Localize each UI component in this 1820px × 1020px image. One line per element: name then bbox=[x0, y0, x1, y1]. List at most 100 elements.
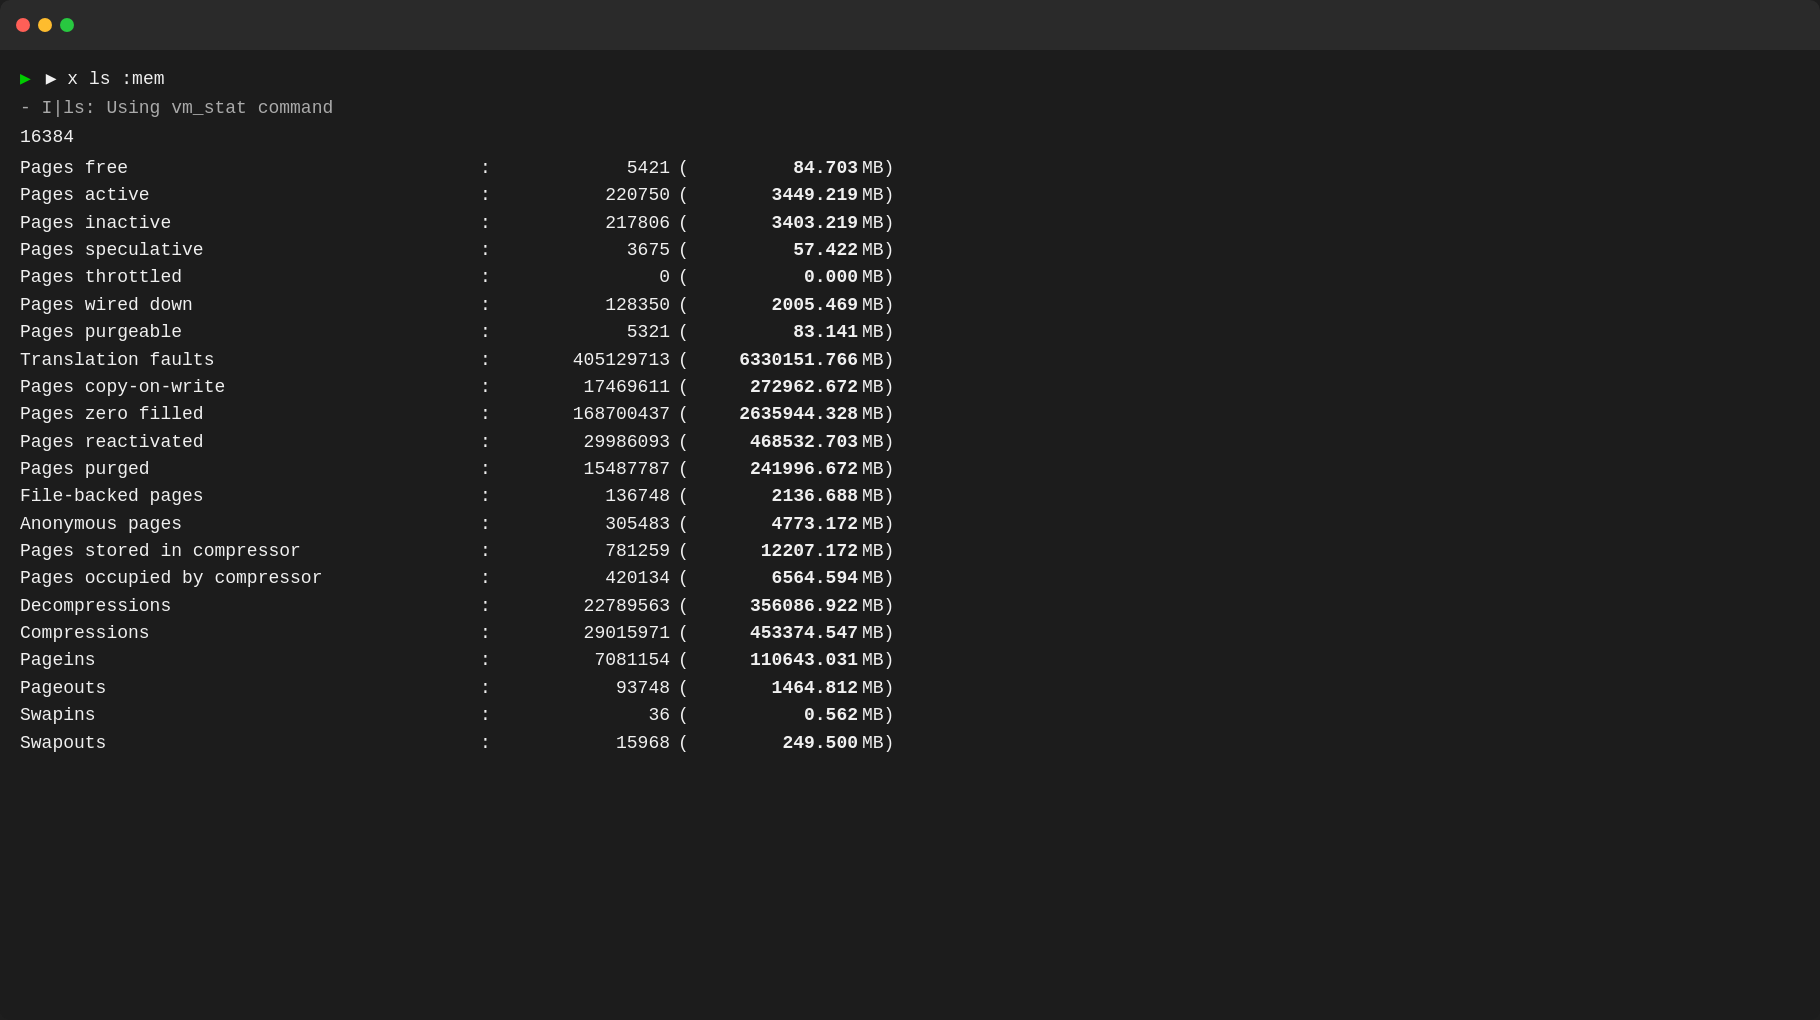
row-paren: ( bbox=[678, 319, 698, 346]
row-value: 217806 bbox=[510, 210, 670, 237]
row-colon: : bbox=[480, 319, 510, 346]
row-value: 405129713 bbox=[510, 347, 670, 374]
row-label: Pages throttled bbox=[20, 264, 480, 291]
row-colon: : bbox=[480, 182, 510, 209]
row-mb-value: 110643.031 bbox=[698, 647, 858, 674]
data-rows-container: Pages free : 5421 ( 84.703 MB) Pages act… bbox=[20, 155, 1800, 757]
row-paren: ( bbox=[678, 620, 698, 647]
row-paren: ( bbox=[678, 401, 698, 428]
close-button[interactable] bbox=[16, 18, 30, 32]
row-paren: ( bbox=[678, 593, 698, 620]
row-value: 220750 bbox=[510, 182, 670, 209]
row-mb-label: MB) bbox=[862, 237, 894, 264]
row-paren: ( bbox=[678, 456, 698, 483]
row-paren: ( bbox=[678, 182, 698, 209]
row-label: Pages active bbox=[20, 182, 480, 209]
row-label: Pageins bbox=[20, 647, 480, 674]
row-colon: : bbox=[480, 538, 510, 565]
row-colon: : bbox=[480, 210, 510, 237]
row-paren: ( bbox=[678, 210, 698, 237]
row-paren: ( bbox=[678, 538, 698, 565]
row-value: 3675 bbox=[510, 237, 670, 264]
row-mb-label: MB) bbox=[862, 675, 894, 702]
row-colon: : bbox=[480, 374, 510, 401]
row-colon: : bbox=[480, 401, 510, 428]
row-colon: : bbox=[480, 511, 510, 538]
table-row: Compressions : 29015971 ( 453374.547 MB) bbox=[20, 620, 1800, 647]
table-row: Swapouts : 15968 ( 249.500 MB) bbox=[20, 730, 1800, 757]
table-row: Pages speculative : 3675 ( 57.422 MB) bbox=[20, 237, 1800, 264]
terminal-content: ▶ ▶ x ls :mem - I|ls: Using vm_stat comm… bbox=[0, 50, 1820, 1020]
table-row: Decompressions : 22789563 ( 356086.922 M… bbox=[20, 593, 1800, 620]
row-value: 136748 bbox=[510, 483, 670, 510]
row-paren: ( bbox=[678, 429, 698, 456]
row-value: 29986093 bbox=[510, 429, 670, 456]
row-mb-label: MB) bbox=[862, 374, 894, 401]
row-mb-label: MB) bbox=[862, 292, 894, 319]
row-colon: : bbox=[480, 456, 510, 483]
row-mb-label: MB) bbox=[862, 620, 894, 647]
page-count: 16384 bbox=[20, 124, 1800, 151]
table-row: Pages reactivated : 29986093 ( 468532.70… bbox=[20, 429, 1800, 456]
row-mb-value: 0.000 bbox=[698, 264, 858, 291]
maximize-button[interactable] bbox=[60, 18, 74, 32]
row-value: 128350 bbox=[510, 292, 670, 319]
row-label: Decompressions bbox=[20, 593, 480, 620]
row-colon: : bbox=[480, 593, 510, 620]
row-paren: ( bbox=[678, 511, 698, 538]
row-mb-label: MB) bbox=[862, 347, 894, 374]
row-label: File-backed pages bbox=[20, 483, 480, 510]
row-colon: : bbox=[480, 647, 510, 674]
row-mb-label: MB) bbox=[862, 182, 894, 209]
prompt-cmd: ▶ x ls :mem bbox=[46, 69, 165, 89]
minimize-button[interactable] bbox=[38, 18, 52, 32]
row-colon: : bbox=[480, 264, 510, 291]
title-bar bbox=[0, 0, 1820, 50]
table-row: Pageouts : 93748 ( 1464.812 MB) bbox=[20, 675, 1800, 702]
table-row: Pages purged : 15487787 ( 241996.672 MB) bbox=[20, 456, 1800, 483]
row-colon: : bbox=[480, 675, 510, 702]
row-value: 29015971 bbox=[510, 620, 670, 647]
row-paren: ( bbox=[678, 675, 698, 702]
row-mb-label: MB) bbox=[862, 565, 894, 592]
table-row: Swapins : 36 ( 0.562 MB) bbox=[20, 702, 1800, 729]
prompt-line: ▶ ▶ x ls :mem bbox=[20, 66, 1800, 93]
row-label: Pages stored in compressor bbox=[20, 538, 480, 565]
table-row: Anonymous pages : 305483 ( 4773.172 MB) bbox=[20, 511, 1800, 538]
row-value: 93748 bbox=[510, 675, 670, 702]
row-value: 781259 bbox=[510, 538, 670, 565]
table-row: Pages free : 5421 ( 84.703 MB) bbox=[20, 155, 1800, 182]
row-label: Pages purged bbox=[20, 456, 480, 483]
prompt-arrow: ▶ bbox=[20, 69, 31, 89]
row-mb-label: MB) bbox=[862, 730, 894, 757]
row-paren: ( bbox=[678, 237, 698, 264]
row-value: 5421 bbox=[510, 155, 670, 182]
row-mb-value: 12207.172 bbox=[698, 538, 858, 565]
row-label: Translation faults bbox=[20, 347, 480, 374]
table-row: Pages active : 220750 ( 3449.219 MB) bbox=[20, 182, 1800, 209]
row-paren: ( bbox=[678, 702, 698, 729]
row-value: 0 bbox=[510, 264, 670, 291]
row-value: 22789563 bbox=[510, 593, 670, 620]
row-label: Pages occupied by compressor bbox=[20, 565, 480, 592]
row-mb-label: MB) bbox=[862, 538, 894, 565]
row-label: Anonymous pages bbox=[20, 511, 480, 538]
row-mb-value: 83.141 bbox=[698, 319, 858, 346]
row-label: Pages inactive bbox=[20, 210, 480, 237]
row-colon: : bbox=[480, 730, 510, 757]
row-label: Pages wired down bbox=[20, 292, 480, 319]
row-mb-label: MB) bbox=[862, 264, 894, 291]
row-mb-value: 6330151.766 bbox=[698, 347, 858, 374]
row-paren: ( bbox=[678, 483, 698, 510]
row-paren: ( bbox=[678, 374, 698, 401]
table-row: Pages throttled : 0 ( 0.000 MB) bbox=[20, 264, 1800, 291]
row-value: 168700437 bbox=[510, 401, 670, 428]
row-mb-label: MB) bbox=[862, 702, 894, 729]
row-value: 17469611 bbox=[510, 374, 670, 401]
row-paren: ( bbox=[678, 264, 698, 291]
row-mb-value: 1464.812 bbox=[698, 675, 858, 702]
row-mb-value: 57.422 bbox=[698, 237, 858, 264]
row-label: Pages reactivated bbox=[20, 429, 480, 456]
row-mb-value: 468532.703 bbox=[698, 429, 858, 456]
row-mb-value: 84.703 bbox=[698, 155, 858, 182]
